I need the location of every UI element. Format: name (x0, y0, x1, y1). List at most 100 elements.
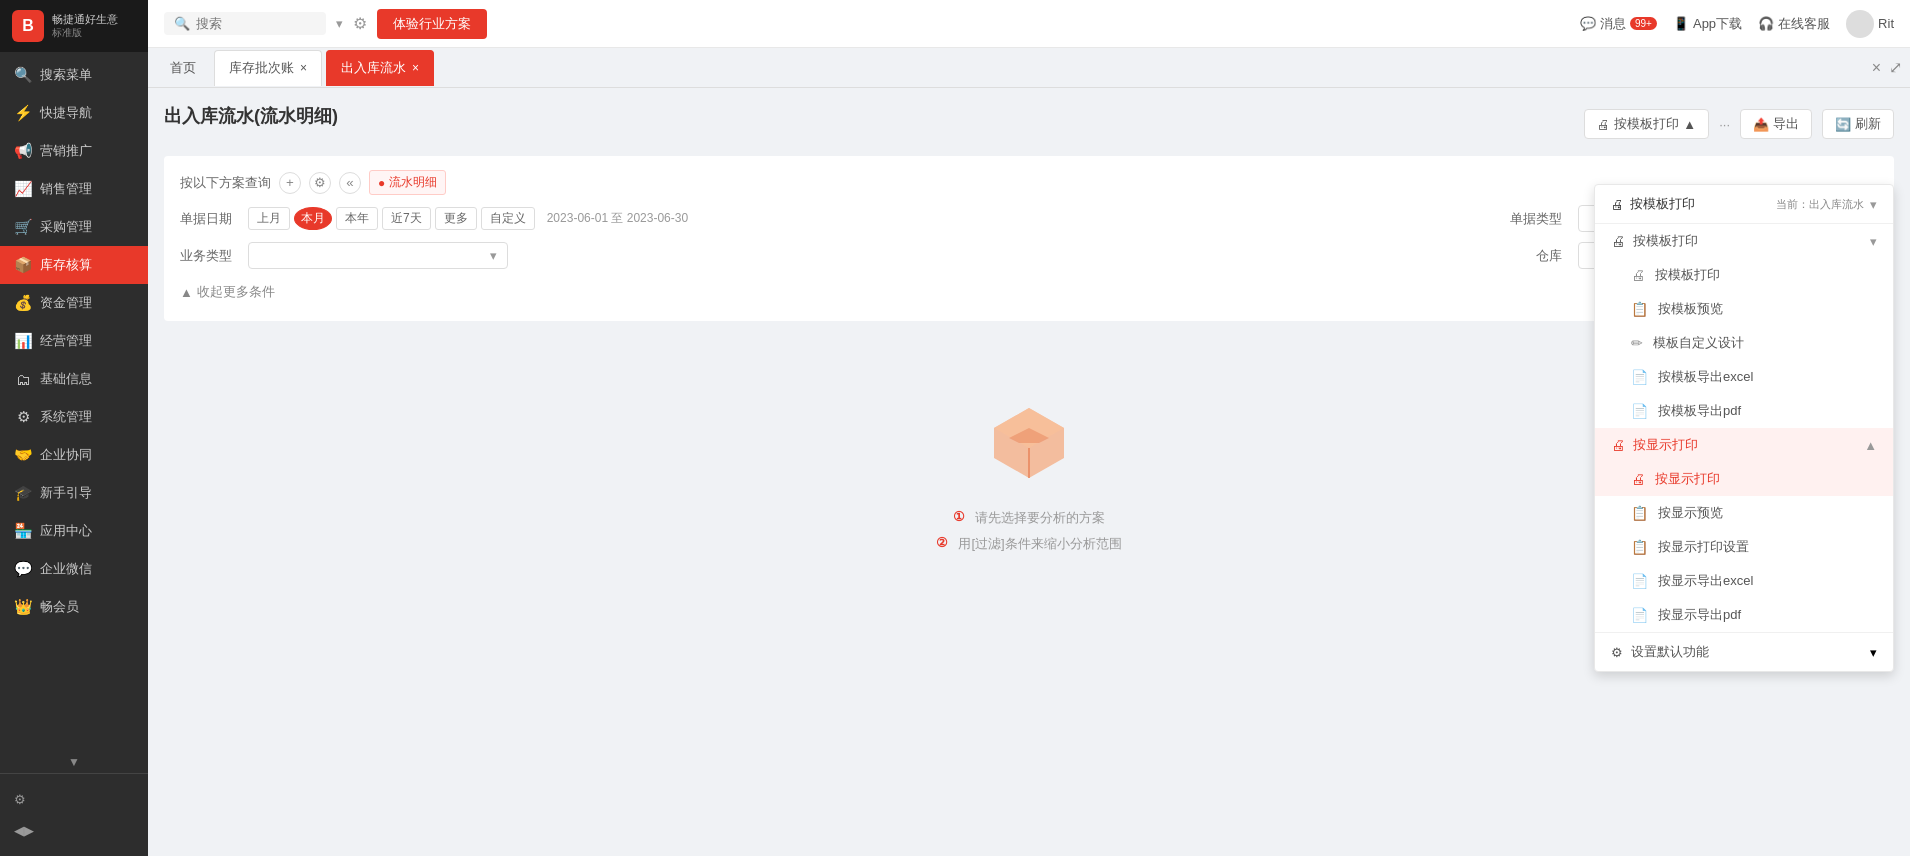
display-pdf-item[interactable]: 📄 按显示导出pdf (1595, 598, 1893, 632)
base-icon: 🗂 (14, 371, 32, 388)
dp-custom-label: 模板自定义设计 (1653, 334, 1744, 352)
expand-btn[interactable]: ⤢ (1889, 58, 1902, 77)
topbar-dropdown-arrow[interactable]: ▾ (336, 16, 343, 31)
tab-close-flow[interactable]: × (412, 61, 419, 75)
tab-batch-account[interactable]: 库存批次账× (214, 50, 322, 86)
search-input[interactable] (196, 16, 316, 31)
date-option-custom[interactable]: 自定义 (481, 207, 535, 230)
template-preview-item[interactable]: 📋 按模板预览 (1595, 292, 1893, 326)
dropdown-title: 🖨 按模板打印 (1611, 195, 1695, 213)
date-option-last-month[interactable]: 上月 (248, 207, 290, 230)
disp-excel-label: 按显示导出excel (1658, 572, 1753, 590)
sidebar-item-label: 畅会员 (40, 598, 79, 616)
sidebar-item-guide[interactable]: 🎓 新手引导 (0, 474, 148, 512)
sidebar-item-purchase[interactable]: 🛒采购管理 (0, 208, 148, 246)
filter-collapse-left-btn[interactable]: « (339, 172, 361, 194)
display-preview-item[interactable]: 📋 按显示预览 (1595, 496, 1893, 530)
template-print-section-header[interactable]: 🖨 按模板打印 ▾ (1595, 224, 1893, 258)
tab-close-batch-account[interactable]: × (300, 61, 307, 75)
sidebar-item-coop[interactable]: 🤝企业协同 (0, 436, 148, 474)
online-service-item[interactable]: 🎧 在线客服 (1758, 15, 1830, 33)
industry-btn[interactable]: 体验行业方案 (377, 9, 487, 39)
export-btn[interactable]: 📤 导出 (1740, 109, 1812, 139)
app-download-item[interactable]: 📱 App下载 (1673, 15, 1742, 33)
online-service-label: 在线客服 (1778, 15, 1830, 33)
date-option-this-month[interactable]: 本月 (294, 207, 332, 230)
disp-printer-icon: 🖨 (1631, 471, 1645, 487)
date-option-this-year[interactable]: 本年 (336, 207, 378, 230)
tab-home[interactable]: 首页 (156, 53, 210, 83)
tab-flow[interactable]: 出入库流水× (326, 50, 434, 86)
sidebar-item-shortcut[interactable]: ⚡快捷导航 (0, 94, 148, 132)
settings-nav-item[interactable]: ⚙ (0, 784, 148, 815)
tabbar-actions: × ⤢ (1872, 58, 1902, 77)
collapse-icon: ◀▶ (14, 823, 34, 838)
sidebar-item-search[interactable]: 🔍搜索菜单 (0, 56, 148, 94)
template-section-label: 按模板打印 (1633, 232, 1698, 250)
toolbar-more-icon[interactable]: ··· (1719, 117, 1730, 132)
member-icon: 👑 (14, 598, 32, 616)
collapse-btn[interactable]: ▲ 收起更多条件 (180, 283, 275, 301)
topbar-left: 🔍 ▾ ⚙ 体验行业方案 (164, 9, 487, 39)
dropdown-footer[interactable]: ⚙ 设置默认功能 ▾ (1595, 632, 1893, 671)
sidebar-item-inventory[interactable]: 📦库存核算 (0, 246, 148, 284)
footer-arrow: ▾ (1870, 645, 1877, 660)
flow-tag-label: 流水明细 (389, 174, 437, 191)
sidebar-item-appstore[interactable]: 🏪应用中心 (0, 512, 148, 550)
current-expand-arrow[interactable]: ▾ (1870, 197, 1877, 212)
sidebar-item-sales[interactable]: 📈销售管理 (0, 170, 148, 208)
template-print-item[interactable]: 🖨 按模板打印 (1595, 258, 1893, 292)
user-avatar (1846, 10, 1874, 38)
empty-illustration (979, 393, 1079, 493)
business-type-select[interactable]: ▾ (248, 242, 508, 269)
disp-pdf-label: 按显示导出pdf (1658, 606, 1741, 624)
template-custom-item[interactable]: ✏ 模板自定义设计 (1595, 326, 1893, 360)
sidebar-item-wechat[interactable]: 💬企业微信 (0, 550, 148, 588)
date-option-7days[interactable]: 近7天 (382, 207, 431, 230)
topbar-search-box[interactable]: 🔍 (164, 12, 326, 35)
template-excel-item[interactable]: 📄 按模板导出excel (1595, 360, 1893, 394)
sidebar-item-label: 系统管理 (40, 408, 92, 426)
operation-icon: 📊 (14, 332, 32, 350)
template-pdf-item[interactable]: 📄 按模板导出pdf (1595, 394, 1893, 428)
print-template-btn[interactable]: 🖨 按模板打印 ▲ (1584, 109, 1709, 139)
message-item[interactable]: 💬 消息 99+ (1580, 15, 1657, 33)
dp-pdf-icon: 📄 (1631, 403, 1648, 419)
sidebar-item-label: 销售管理 (40, 180, 92, 198)
template-print-section: 🖨 按模板打印 ▾ 🖨 按模板打印 📋 按模板预览 ✏ (1595, 224, 1893, 428)
dropdown-title-text: 按模板打印 (1630, 195, 1695, 213)
sidebar-item-operation[interactable]: 📊经营管理 (0, 322, 148, 360)
filter-add-btn[interactable]: + (279, 172, 301, 194)
guide-icon: 🎓 (14, 484, 32, 502)
display-excel-item[interactable]: 📄 按显示导出excel (1595, 564, 1893, 598)
filter-settings-btn[interactable]: ⚙ (309, 172, 331, 194)
sidebar-item-label: 新手引导 (40, 484, 92, 502)
finance-icon: 💰 (14, 294, 32, 312)
display-settings-item[interactable]: 📋 按显示打印设置 (1595, 530, 1893, 564)
scroll-down-btn[interactable]: ▼ (68, 755, 80, 769)
dropdown-header: 🖨 按模板打印 当前：出入库流水 ▾ (1595, 185, 1893, 224)
sidebar-item-marketing[interactable]: 📢营销推广 (0, 132, 148, 170)
display-print-item[interactable]: 🖨 按显示打印 (1595, 462, 1893, 496)
collapse-nav-item[interactable]: ◀▶ (0, 815, 148, 846)
user-avatar-item[interactable]: Rit (1846, 10, 1894, 38)
sidebar-item-member[interactable]: 👑 畅会员 (0, 588, 148, 626)
dp-printer-icon: 🖨 (1631, 267, 1645, 283)
display-print-section-header[interactable]: 🖨 按显示打印 ▲ (1595, 428, 1893, 462)
collapse-icon: ▲ (180, 285, 193, 300)
sidebar-item-system[interactable]: ⚙系统管理 (0, 398, 148, 436)
user-name: Rit (1878, 16, 1894, 31)
disp-pdf-icon: 📄 (1631, 607, 1648, 623)
date-option-more[interactable]: 更多 (435, 207, 477, 230)
purchase-icon: 🛒 (14, 218, 32, 236)
headset-icon: 🎧 (1758, 16, 1774, 31)
close-all-tabs-btn[interactable]: × (1872, 59, 1881, 77)
topbar-gear-icon[interactable]: ⚙ (353, 14, 367, 33)
phone-icon: 📱 (1673, 16, 1689, 31)
sidebar-item-base[interactable]: 🗂基础信息 (0, 360, 148, 398)
logo-icon: B (12, 10, 44, 42)
sidebar-bottom: ⚙ ◀▶ (0, 773, 148, 856)
message-badge: 99+ (1630, 17, 1657, 30)
refresh-btn[interactable]: 🔄 刷新 (1822, 109, 1894, 139)
sidebar-item-finance[interactable]: 💰资金管理 (0, 284, 148, 322)
